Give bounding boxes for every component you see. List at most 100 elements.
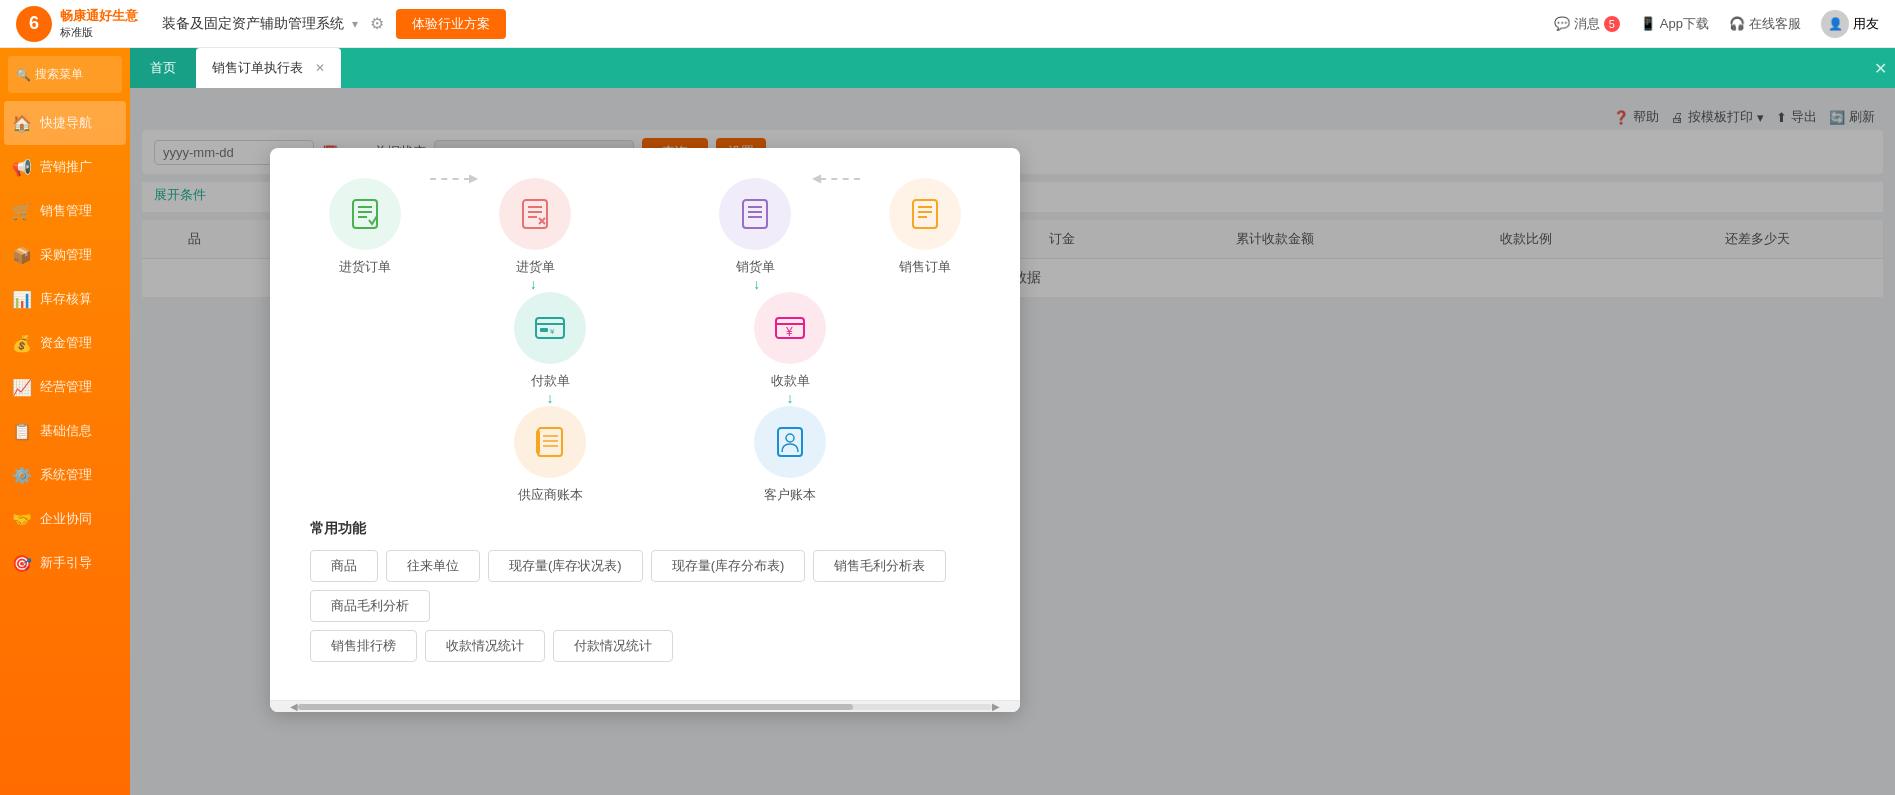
marketing-icon: 📢 (12, 157, 32, 177)
tab-home[interactable]: 首页 (130, 48, 196, 88)
flow-modal: 进货订单 进货单 (270, 148, 1020, 712)
sidebar-item-quick-nav[interactable]: 🏠 快捷导航 (4, 101, 126, 145)
avatar: 👤 (1821, 10, 1849, 38)
cf-btn-product-profit[interactable]: 商品毛利分析 (310, 590, 430, 622)
common-functions: 常用功能 商品 往来单位 现存量(库存状况表) 现存量(库存分布表) 销售毛利分… (310, 520, 980, 662)
v-arrow-gap1 (422, 276, 478, 292)
sidebar-item-purchase[interactable]: 📦 采购管理 (4, 233, 126, 277)
sidebar-label-purchase: 采购管理 (40, 246, 92, 264)
sidebar-label-system: 系统管理 (40, 466, 92, 484)
purchase-order-circle (329, 178, 401, 250)
page-content: ❓ 帮助 🖨 按模板打印 ▾ ⬆ 导出 🔄 刷新 (130, 88, 1895, 795)
header-right: 💬 消息 5 📱 App下载 🎧 在线客服 👤 用友 (1554, 10, 1879, 38)
sidebar-label-enterprise: 企业协同 (40, 510, 92, 528)
sidebar-label-quick-nav: 快捷导航 (40, 114, 92, 132)
sidebar-item-basic-info[interactable]: 📋 基础信息 (4, 409, 126, 453)
sales-icon: 🛒 (12, 201, 32, 221)
online-service-item[interactable]: 🎧 在线客服 (1729, 15, 1801, 33)
main-layout: 🔍 搜索菜单 🏠 快捷导航 📢 营销推广 🛒 销售管理 📦 采购管理 📊 库存核… (0, 48, 1895, 795)
scrollbar-thumb[interactable] (298, 704, 853, 710)
sale-order-circle (889, 178, 961, 250)
sale-bill-label: 销货单 (736, 258, 775, 276)
sidebar-label-guide: 新手引导 (40, 554, 92, 572)
sidebar-item-enterprise[interactable]: 🤝 企业协同 (4, 497, 126, 541)
brand-edition: 标准版 (60, 25, 138, 39)
message-item[interactable]: 💬 消息 5 (1554, 15, 1620, 33)
cf-btn-sales-rank[interactable]: 销售排行榜 (310, 630, 417, 662)
common-functions-title: 常用功能 (310, 520, 980, 538)
flow-node-sale-bill[interactable]: 销货单 (700, 178, 810, 276)
v-arrow-purchase-bill: ↓ (478, 276, 590, 292)
logo-icon: 6 (16, 6, 52, 42)
sidebar-item-inventory[interactable]: 📊 库存核算 (4, 277, 126, 321)
finance-icon: 💰 (12, 333, 32, 353)
cf-btn-stock-dist[interactable]: 现存量(库存分布表) (651, 550, 806, 582)
scroll-right-icon[interactable]: ▶ (992, 701, 1000, 712)
cf-btn-products[interactable]: 商品 (310, 550, 378, 582)
purchase-bill-label: 进货单 (516, 258, 555, 276)
online-service-label: 在线客服 (1749, 15, 1801, 33)
flow-row-1: 进货订单 进货单 (310, 178, 980, 276)
user-area[interactable]: 👤 用友 (1821, 10, 1879, 38)
supplier-ledger-circle (514, 406, 586, 478)
system-icon: ⚙️ (12, 465, 32, 485)
svg-rect-0 (353, 200, 377, 228)
scroll-left-icon[interactable]: ◀ (290, 701, 298, 712)
sidebar: 🔍 搜索菜单 🏠 快捷导航 📢 营销推广 🛒 销售管理 📦 采购管理 📊 库存核… (0, 48, 130, 795)
v2-spacer1 (310, 390, 490, 406)
content-area: 首页 销售订单执行表 ✕ ✕ ❓ 帮助 🖨 按模板打印 ▾ (130, 48, 1895, 795)
trial-button[interactable]: 体验行业方案 (396, 9, 506, 39)
flow-node-payment[interactable]: ¥ 付款单 (490, 292, 610, 390)
tab-bar-close-icon[interactable]: ✕ (1874, 59, 1887, 78)
v-arrow-sale-bill: ↓ (701, 276, 813, 292)
flow-v-arrows-row: ↓ ↓ (310, 276, 980, 292)
settings-icon[interactable]: ⚙ (370, 14, 384, 33)
arrow-purchase-order-to-bill (420, 178, 480, 180)
sidebar-item-guide[interactable]: 🎯 新手引导 (4, 541, 126, 585)
cf-btn-payment-stats[interactable]: 付款情况统计 (553, 630, 673, 662)
customer-ledger-label: 客户账本 (764, 486, 816, 504)
modal-overlay: 进货订单 进货单 (130, 88, 1895, 795)
receipt-circle: ¥ (754, 292, 826, 364)
svg-point-31 (786, 434, 794, 442)
operation-icon: 📈 (12, 377, 32, 397)
cf-btn-receipt-stats[interactable]: 收款情况统计 (425, 630, 545, 662)
arrow-sale-order-to-bill (810, 178, 870, 180)
message-icon: 💬 (1554, 16, 1570, 31)
flow-node-customer-ledger[interactable]: 客户账本 (730, 406, 850, 504)
search-menu[interactable]: 🔍 搜索菜单 (8, 56, 122, 93)
logo-area: 6 畅康通好生意 标准版 (16, 6, 146, 42)
headset-icon: 🎧 (1729, 16, 1745, 31)
sidebar-item-finance[interactable]: 💰 资金管理 (4, 321, 126, 365)
system-title-area: 装备及固定资产辅助管理系统 ▾ ⚙ (146, 14, 384, 33)
tab-sales-order-label: 销售订单执行表 (212, 59, 303, 77)
dropdown-arrow-icon[interactable]: ▾ (352, 17, 358, 31)
system-title: 装备及固定资产辅助管理系统 (162, 15, 344, 33)
message-badge: 5 (1604, 16, 1620, 32)
scrollbar-track (298, 704, 992, 710)
tab-close-icon[interactable]: ✕ (315, 61, 325, 75)
modal-scrollbar: ◀ ▶ (270, 700, 1020, 712)
sidebar-item-sales[interactable]: 🛒 销售管理 (4, 189, 126, 233)
sidebar-label-finance: 资金管理 (40, 334, 92, 352)
cf-btn-stock-status[interactable]: 现存量(库存状况表) (488, 550, 643, 582)
flow-node-purchase-order[interactable]: 进货订单 (310, 178, 420, 276)
purchase-icon: 📦 (12, 245, 32, 265)
sidebar-item-marketing[interactable]: 📢 营销推广 (4, 145, 126, 189)
flow-node-supplier-ledger[interactable]: 供应商账本 (490, 406, 610, 504)
sidebar-label-sales: 销售管理 (40, 202, 92, 220)
flow-node-sale-order[interactable]: 销售订单 (870, 178, 980, 276)
app-download-item[interactable]: 📱 App下载 (1640, 15, 1709, 33)
flow-node-purchase-bill[interactable]: 进货单 (480, 178, 590, 276)
tab-sales-order[interactable]: 销售订单执行表 ✕ (196, 48, 341, 88)
cf-btn-sales-profit[interactable]: 销售毛利分析表 (813, 550, 946, 582)
sidebar-label-inventory: 库存核算 (40, 290, 92, 308)
sidebar-item-operation[interactable]: 📈 经营管理 (4, 365, 126, 409)
payment-circle: ¥ (514, 292, 586, 364)
inventory-icon: 📊 (12, 289, 32, 309)
cf-btn-contacts[interactable]: 往来单位 (386, 550, 480, 582)
svg-rect-14 (913, 200, 937, 228)
flow-node-receipt[interactable]: ¥ 收款单 (730, 292, 850, 390)
sidebar-item-system[interactable]: ⚙️ 系统管理 (4, 453, 126, 497)
logo-text: 畅康通好生意 标准版 (60, 8, 138, 39)
